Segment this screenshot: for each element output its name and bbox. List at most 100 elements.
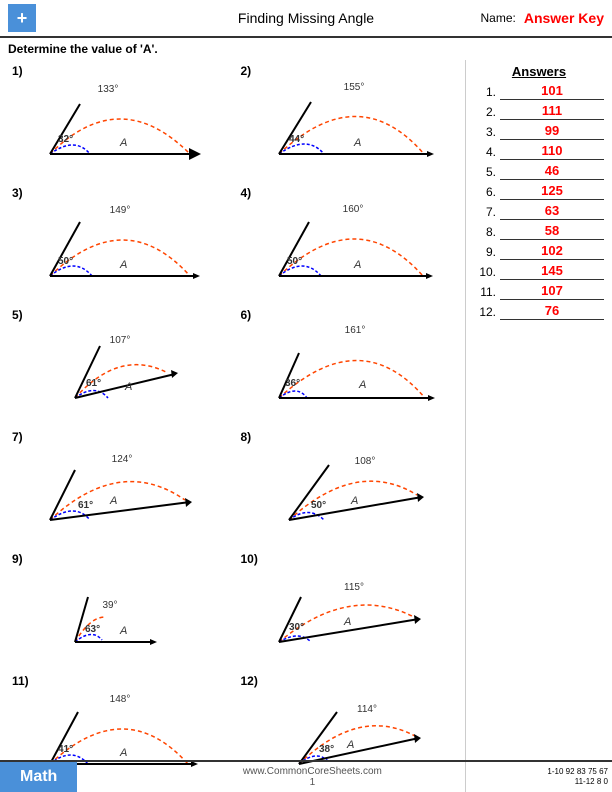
website-label: www.CommonCoreSheets.com	[77, 766, 547, 777]
answer-num: 9.	[474, 245, 496, 259]
known-angle-7: 61°	[78, 500, 93, 511]
answer-num: 6.	[474, 185, 496, 199]
outer-angle-1: 133°	[98, 84, 119, 95]
answer-value: 145	[500, 263, 604, 280]
answer-num: 3.	[474, 125, 496, 139]
answer-row: 3. 99	[474, 123, 604, 140]
answer-value: 102	[500, 243, 604, 260]
answer-value: 76	[500, 303, 604, 320]
main-content: 1) 133°	[0, 60, 612, 792]
answer-row: 12. 76	[474, 303, 604, 320]
problems-grid: 1) 133°	[4, 60, 461, 792]
outer-angle-2: 155°	[343, 82, 364, 93]
answers-panel: Answers 1. 101 2. 111 3. 99 4. 110 5. 46 6. 1…	[465, 60, 612, 792]
outer-angle-6: 161°	[344, 325, 365, 336]
answer-value: 101	[500, 83, 604, 100]
answer-value: 99	[500, 123, 604, 140]
problem-5: 5) 107° 61° A	[4, 304, 233, 426]
answer-row: 6. 125	[474, 183, 604, 200]
answer-row: 1. 101	[474, 83, 604, 100]
answer-num: 1.	[474, 85, 496, 99]
answer-value: 58	[500, 223, 604, 240]
answer-row: 8. 58	[474, 223, 604, 240]
diagram-1: 133° 32° A	[20, 74, 220, 174]
footer: Math www.CommonCoreSheets.com 1 1-10 92 …	[0, 760, 612, 792]
answer-num: 8.	[474, 225, 496, 239]
a-label-8: A	[350, 495, 358, 507]
known-angle-11: 41°	[58, 744, 73, 755]
a-label-10: A	[343, 616, 351, 628]
answer-value: 63	[500, 203, 604, 220]
known-angle-10: 30°	[289, 622, 304, 633]
a-label-12: A	[346, 739, 354, 751]
problem-1: 1) 133°	[4, 60, 233, 182]
answer-row: 11. 107	[474, 283, 604, 300]
a-label-2: A	[353, 137, 361, 149]
answers-list: 1. 101 2. 111 3. 99 4. 110 5. 46 6. 125 7. 63 8…	[474, 83, 604, 320]
footer-stats: 1-10 92 83 75 67 11-12 8 0	[547, 767, 612, 788]
a-label-6: A	[358, 379, 366, 391]
footer-center: www.CommonCoreSheets.com 1	[77, 766, 547, 788]
problem-9: 9) 39° 63° A	[4, 548, 233, 670]
diagram-7: 124° 61° A	[20, 440, 220, 540]
answer-row: 9. 102	[474, 243, 604, 260]
problems-area: 1) 133°	[0, 60, 465, 792]
logo-icon: +	[8, 4, 36, 32]
outer-angle-12: 114°	[357, 704, 377, 715]
answer-num: 11.	[474, 285, 496, 299]
answer-row: 10. 145	[474, 263, 604, 280]
answers-title: Answers	[474, 64, 604, 79]
answer-value: 111	[500, 103, 604, 120]
diagram-5: 107° 61° A	[20, 318, 220, 418]
diagram-9: 39° 63° A	[20, 562, 220, 662]
answer-row: 4. 110	[474, 143, 604, 160]
answer-num: 10.	[474, 265, 496, 279]
answer-num: 2.	[474, 105, 496, 119]
known-angle-2: 44°	[289, 134, 304, 145]
answer-num: 4.	[474, 145, 496, 159]
diagram-4: 160° 50° A	[249, 196, 449, 296]
known-angle-1: 32°	[58, 134, 73, 145]
problem-4: 4) 160° 50° A	[233, 182, 462, 304]
instructions: Determine the value of 'A'.	[0, 38, 612, 60]
answer-value: 46	[500, 163, 604, 180]
answer-num: 12.	[474, 305, 496, 319]
diagram-3: 149° 50° A	[20, 196, 220, 296]
answer-value: 107	[500, 283, 604, 300]
outer-angle-9: 39°	[102, 600, 117, 611]
outer-angle-11: 148°	[110, 694, 131, 705]
known-angle-4: 50°	[287, 256, 302, 267]
stat-range-1: 1-10 92 83 75 67	[547, 767, 608, 777]
problem-6: 6) 161° 36° A	[233, 304, 462, 426]
outer-angle-5: 107°	[110, 335, 131, 346]
answer-value: 110	[500, 143, 604, 160]
page-title: Finding Missing Angle	[238, 10, 374, 26]
known-angle-8: 50°	[311, 500, 326, 511]
diagram-2: 155° 44° A	[249, 74, 449, 174]
outer-angle-7: 124°	[112, 454, 133, 465]
diagram-6: 161° 36° A	[249, 318, 449, 418]
outer-angle-3: 149°	[110, 205, 131, 216]
answer-value: 125	[500, 183, 604, 200]
known-angle-5: 61°	[86, 378, 101, 389]
a-label-3: A	[119, 259, 127, 271]
answer-row: 5. 46	[474, 163, 604, 180]
a-label-5: A	[124, 381, 132, 393]
known-angle-6: 36°	[285, 378, 300, 389]
page-number: 1	[77, 777, 547, 788]
stat-range-2: 11-12 8 0	[547, 777, 608, 787]
problem-8: 8) 108° 50° A	[233, 426, 462, 548]
problem-7: 7) 124° 61° A	[4, 426, 233, 548]
outer-angle-4: 160°	[342, 204, 363, 215]
math-badge: Math	[0, 762, 77, 792]
answer-key-label: Answer Key	[524, 10, 604, 26]
known-angle-3: 50°	[58, 256, 73, 267]
problem-3: 3) 149° 50° A	[4, 182, 233, 304]
header: + Finding Missing Angle Name: Answer Key	[0, 0, 612, 38]
a-label-4: A	[353, 259, 361, 271]
known-angle-9: 63°	[85, 624, 100, 635]
answer-row: 7. 63	[474, 203, 604, 220]
diagram-10: 115° 30° A	[249, 562, 449, 662]
a-label-1: A	[119, 137, 127, 149]
a-label-9: A	[119, 625, 127, 637]
